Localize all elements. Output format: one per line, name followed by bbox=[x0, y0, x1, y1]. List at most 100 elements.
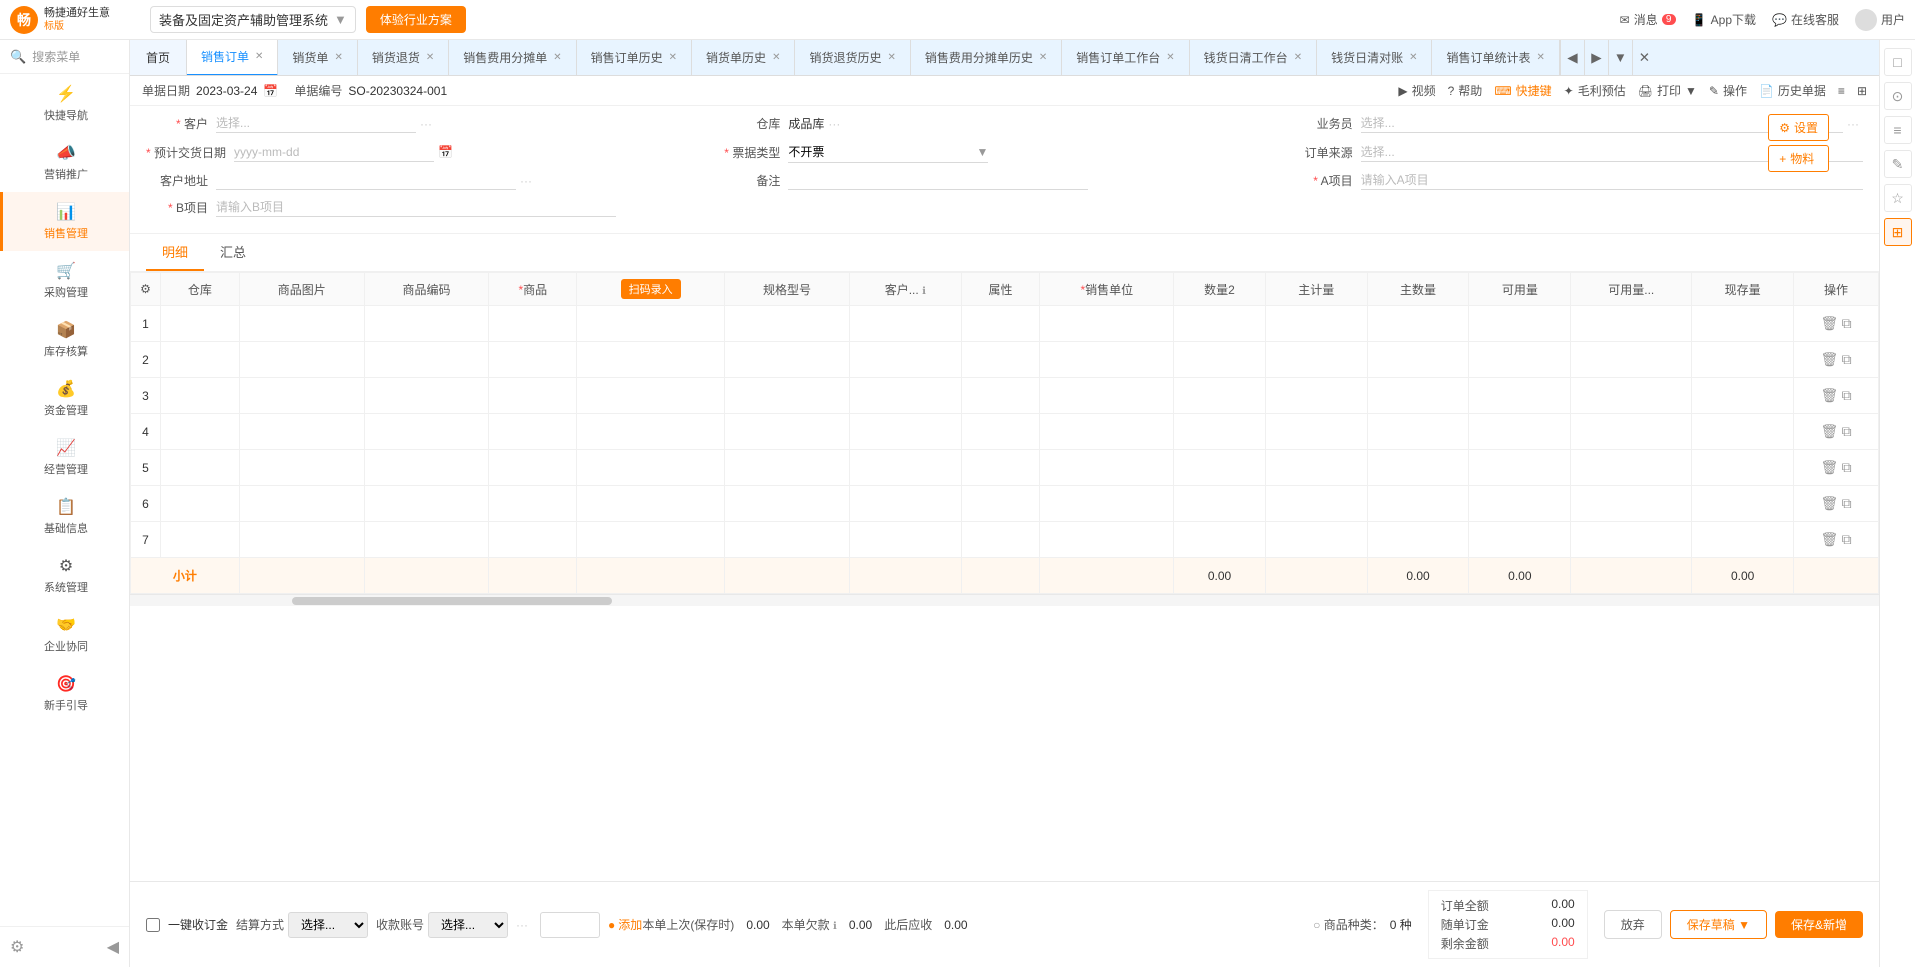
add-payment-btn[interactable]: ● 添加 bbox=[608, 916, 642, 933]
save-new-btn[interactable]: 保存&新增 bbox=[1775, 911, 1863, 938]
scan-btn[interactable]: 扫码录入 bbox=[621, 279, 681, 299]
scroll-thumb[interactable] bbox=[292, 597, 612, 605]
calendar2-icon[interactable]: 📅 bbox=[438, 145, 453, 159]
add-material-btn[interactable]: + 物料 bbox=[1768, 145, 1829, 172]
invoice-type-select[interactable]: 不开票 ▼ bbox=[788, 141, 988, 163]
tab-close-icon[interactable]: ✕ bbox=[1294, 52, 1302, 63]
tab-cash-reconcile[interactable]: 钱货日清对账 ✕ bbox=[1317, 40, 1432, 76]
sidebar-item-collab[interactable]: 🤝 企业协同 bbox=[0, 605, 129, 664]
tab-close-icon[interactable]: ✕ bbox=[772, 52, 780, 63]
sidebar-item-inventory[interactable]: 📦 库存核算 bbox=[0, 310, 129, 369]
customer-dots-icon[interactable]: ··· bbox=[416, 117, 436, 131]
payment-method-select[interactable]: 选择... bbox=[288, 912, 368, 938]
customer-addr-input[interactable] bbox=[216, 171, 516, 190]
profit-btn[interactable]: ✦ 毛利预估 bbox=[1564, 82, 1626, 99]
col-attribute[interactable]: 属性 bbox=[961, 273, 1040, 306]
discard-btn[interactable]: 放弃 bbox=[1604, 910, 1662, 939]
row-copy-btn[interactable]: ⧉ bbox=[1842, 423, 1852, 440]
addr-dots-icon[interactable]: ··· bbox=[516, 174, 536, 188]
row-delete-btn[interactable]: 🗑 bbox=[1820, 423, 1838, 440]
settings-btn[interactable]: ⚙ 设置 bbox=[1768, 114, 1829, 141]
tab-order-history[interactable]: 销售订单历史 ✕ bbox=[577, 40, 692, 76]
tab-close-icon[interactable]: ✕ bbox=[334, 52, 342, 63]
row-copy-btn[interactable]: ⧉ bbox=[1842, 387, 1852, 404]
row-delete-btn[interactable]: 🗑 bbox=[1820, 387, 1838, 404]
tab-close-icon[interactable]: ✕ bbox=[1166, 52, 1174, 63]
right-panel-btn-5[interactable]: ☆ bbox=[1884, 184, 1912, 212]
save-draft-btn[interactable]: 保存草稿 ▼ bbox=[1670, 910, 1767, 939]
tab-close-icon[interactable]: ✕ bbox=[1039, 52, 1047, 63]
sidebar-item-purchase[interactable]: 🛒 采购管理 bbox=[0, 251, 129, 310]
tab-detail[interactable]: 明细 bbox=[146, 234, 204, 271]
tab-return-history2[interactable]: 销货退货历史 ✕ bbox=[795, 40, 910, 76]
receipt-dots-icon[interactable]: ··· bbox=[512, 918, 532, 932]
col-qty2[interactable]: 数量2 bbox=[1174, 273, 1266, 306]
tab-prev-btn[interactable]: ◀ bbox=[1560, 40, 1584, 76]
remarks-input[interactable] bbox=[788, 171, 1088, 190]
row-copy-btn[interactable]: ⧉ bbox=[1842, 315, 1852, 332]
tab-expense-split[interactable]: 销售费用分摊单 ✕ bbox=[449, 40, 576, 76]
help-btn[interactable]: ? 帮助 bbox=[1448, 82, 1483, 99]
calendar-icon[interactable]: 📅 bbox=[263, 84, 278, 98]
col-settings[interactable]: ⚙ bbox=[131, 273, 161, 306]
amount-input[interactable]: 0.00 bbox=[540, 912, 600, 938]
delivery-date-input[interactable] bbox=[234, 143, 434, 162]
layout-btn[interactable]: ≡ bbox=[1838, 84, 1845, 98]
col-sales-unit[interactable]: *销售单位 bbox=[1040, 273, 1174, 306]
sidebar-item-guide[interactable]: 🎯 新手引导 bbox=[0, 664, 129, 723]
tab-sales-order[interactable]: 销售订单 ✕ bbox=[187, 40, 278, 76]
col-available2[interactable]: 可用量... bbox=[1571, 273, 1692, 306]
right-panel-btn-1[interactable]: □ bbox=[1884, 48, 1912, 76]
tab-close-icon[interactable]: ✕ bbox=[669, 52, 677, 63]
tab-next-btn[interactable]: ▶ bbox=[1584, 40, 1608, 76]
row-delete-btn[interactable]: 🗑 bbox=[1820, 495, 1838, 512]
row-copy-btn[interactable]: ⧉ bbox=[1842, 351, 1852, 368]
col-product-code[interactable]: 商品编码 bbox=[364, 273, 489, 306]
tab-summary[interactable]: 汇总 bbox=[204, 234, 262, 271]
settings-bottom-icon[interactable]: ⚙ bbox=[10, 937, 24, 957]
quick-order-checkbox[interactable] bbox=[146, 918, 160, 932]
sidebar-item-system[interactable]: ⚙ 系统管理 bbox=[0, 546, 129, 605]
col-current-stock[interactable]: 现存量 bbox=[1692, 273, 1794, 306]
tab-list-btn[interactable]: ▼ bbox=[1608, 40, 1632, 76]
right-panel-btn-4[interactable]: ✎ bbox=[1884, 150, 1912, 178]
right-panel-btn-6[interactable]: ⊞ bbox=[1884, 218, 1912, 246]
tab-cash-workbench[interactable]: 钱货日清工作台 ✕ bbox=[1190, 40, 1317, 76]
a-project-input[interactable] bbox=[1361, 171, 1863, 190]
tab-close-icon[interactable]: ✕ bbox=[426, 52, 434, 63]
b-project-input[interactable] bbox=[216, 198, 616, 217]
scroll-track[interactable] bbox=[130, 594, 1879, 606]
tab-return-history[interactable]: 销货单历史 ✕ bbox=[692, 40, 795, 76]
app-download-btn[interactable]: 📱 App下载 bbox=[1692, 11, 1756, 28]
col-customer-order[interactable]: 客户... ℹ bbox=[849, 273, 961, 306]
right-panel-btn-2[interactable]: ⊙ bbox=[1884, 82, 1912, 110]
collapse-icon[interactable]: ◀ bbox=[107, 937, 119, 957]
salesperson-dots-icon[interactable]: ··· bbox=[1843, 117, 1863, 131]
receipt-account-select[interactable]: 选择... bbox=[428, 912, 508, 938]
message-btn[interactable]: ✉ 消息 9 bbox=[1620, 11, 1676, 28]
tab-close-icon[interactable]: ✕ bbox=[1409, 52, 1417, 63]
sidebar-item-basicinfo[interactable]: 📋 基础信息 bbox=[0, 487, 129, 546]
online-service-btn[interactable]: 💬 在线客服 bbox=[1772, 11, 1839, 28]
print-btn[interactable]: 🖨 打印 ▼ bbox=[1638, 82, 1697, 99]
col-scan[interactable]: 扫码录入 bbox=[577, 273, 725, 306]
tab-expense-history[interactable]: 销售费用分摊单历史 ✕ bbox=[911, 40, 1062, 76]
tab-sales-return2[interactable]: 销货退货 ✕ bbox=[358, 40, 449, 76]
col-main-unit[interactable]: 主计量 bbox=[1265, 273, 1367, 306]
sidebar-item-finance[interactable]: 💰 资金管理 bbox=[0, 369, 129, 428]
customer-input[interactable] bbox=[216, 114, 416, 133]
system-title[interactable]: 装备及固定资产辅助管理系统 ▼ bbox=[150, 6, 356, 33]
preview-btn[interactable]: ▶ 视频 bbox=[1398, 82, 1435, 99]
row-copy-btn[interactable]: ⧉ bbox=[1842, 495, 1852, 512]
ops-btn[interactable]: ✎ 操作 bbox=[1709, 82, 1747, 99]
sidebar-item-marketing[interactable]: 📣 营销推广 bbox=[0, 133, 129, 192]
row-copy-btn[interactable]: ⧉ bbox=[1842, 459, 1852, 476]
sidebar-search[interactable]: 🔍 搜索菜单 bbox=[0, 40, 129, 74]
tab-close-icon[interactable]: ✕ bbox=[553, 52, 561, 63]
col-product[interactable]: *商品 bbox=[489, 273, 577, 306]
history-btn[interactable]: 📄 历史单据 bbox=[1759, 82, 1826, 99]
col-available[interactable]: 可用量 bbox=[1469, 273, 1571, 306]
col-warehouse[interactable]: 仓库 bbox=[161, 273, 240, 306]
industry-btn[interactable]: 体验行业方案 bbox=[366, 6, 466, 33]
col-product-img[interactable]: 商品图片 bbox=[239, 273, 364, 306]
